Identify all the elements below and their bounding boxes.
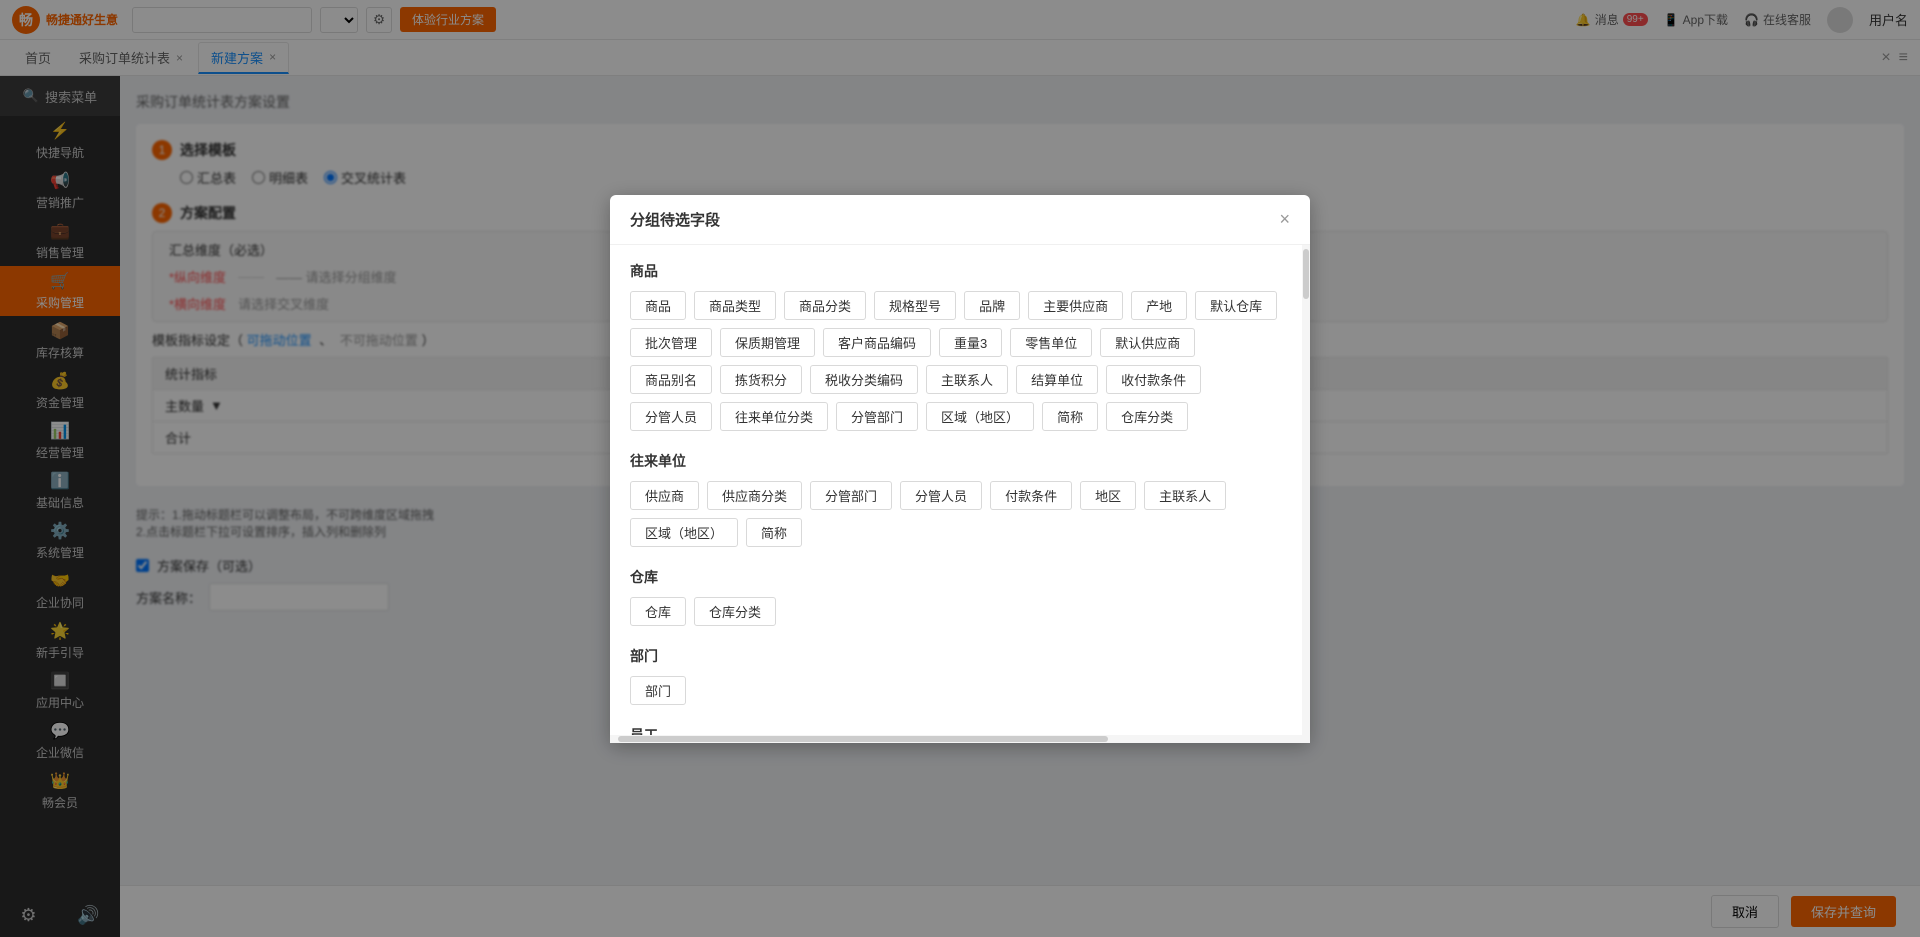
field-section-部门: 部门部门 [630, 646, 1282, 705]
field-tags: 仓库仓库分类 [630, 597, 1282, 626]
field-tag[interactable]: 产地 [1131, 291, 1187, 320]
field-tag[interactable]: 主联系人 [926, 365, 1008, 394]
field-tag[interactable]: 主要供应商 [1028, 291, 1123, 320]
field-section-往来单位: 往来单位供应商供应商分类分管部门分管人员付款条件地区主联系人区域（地区） 简称 [630, 451, 1282, 547]
field-tag[interactable]: 收付款条件 [1106, 365, 1201, 394]
field-tag[interactable]: 区域（地区） [630, 518, 738, 547]
field-tag[interactable]: 品牌 [964, 291, 1020, 320]
field-tag[interactable]: 默认仓库 [1195, 291, 1277, 320]
modal-close-button[interactable]: × [1279, 210, 1290, 228]
field-tag[interactable]: 默认供应商 [1100, 328, 1195, 357]
field-tag[interactable]: 拣货积分 [720, 365, 802, 394]
field-tag[interactable]: 分管部门 [836, 402, 918, 431]
field-tags: 商品商品类型商品分类规格型号品牌主要供应商产地默认仓库批次管理保质期管理客户商品… [630, 291, 1282, 431]
field-section-title: 往来单位 [630, 451, 1282, 471]
field-tag[interactable]: 商品类型 [694, 291, 776, 320]
field-section-title: 仓库 [630, 567, 1282, 587]
field-tag[interactable]: 商品分类 [784, 291, 866, 320]
field-tag[interactable]: 商品 [630, 291, 686, 320]
field-tag[interactable]: 客户商品编码 [823, 328, 931, 357]
modal-title: 分组待选字段 [630, 209, 720, 230]
field-tags: 部门 [630, 676, 1282, 705]
field-tag[interactable]: 仓库 [630, 597, 686, 626]
field-tag[interactable]: 商品别名 [630, 365, 712, 394]
scrollbar-thumb [1303, 249, 1309, 299]
modal-overlay: 分组待选字段 × 商品商品商品类型商品分类规格型号品牌主要供应商产地默认仓库批次… [0, 0, 1920, 937]
field-tag[interactable]: 零售单位 [1010, 328, 1092, 357]
field-tag[interactable]: 主联系人 [1144, 481, 1226, 510]
field-tag[interactable]: 付款条件 [990, 481, 1072, 510]
field-tag[interactable]: 仓库分类 [1106, 402, 1188, 431]
field-section-title: 员工 [630, 725, 1282, 735]
field-tag[interactable]: 重量3 [939, 328, 1002, 357]
field-section-title: 部门 [630, 646, 1282, 666]
field-tag[interactable]: 简称 [746, 518, 802, 547]
field-tag[interactable]: 区域（地区） [926, 402, 1034, 431]
field-tag[interactable]: 仓库分类 [694, 597, 776, 626]
modal-h-scrollbar [610, 735, 1310, 743]
field-tag[interactable]: 规格型号 [874, 291, 956, 320]
field-tag[interactable]: 保质期管理 [720, 328, 815, 357]
field-tag[interactable]: 分管部门 [810, 481, 892, 510]
field-tag[interactable]: 部门 [630, 676, 686, 705]
field-section-title: 商品 [630, 261, 1282, 281]
field-tag[interactable]: 分管人员 [900, 481, 982, 510]
field-section-仓库: 仓库仓库仓库分类 [630, 567, 1282, 626]
modal-body: 商品商品商品类型商品分类规格型号品牌主要供应商产地默认仓库批次管理保质期管理客户… [610, 245, 1302, 735]
modal-header: 分组待选字段 × [610, 195, 1310, 245]
field-tag[interactable]: 供应商分类 [707, 481, 802, 510]
modal-scrollbar[interactable] [1302, 245, 1310, 735]
h-scrollbar-thumb [618, 736, 1108, 742]
modal-dialog: 分组待选字段 × 商品商品商品类型商品分类规格型号品牌主要供应商产地默认仓库批次… [610, 195, 1310, 743]
field-tags: 供应商供应商分类分管部门分管人员付款条件地区主联系人区域（地区） 简称 [630, 481, 1282, 547]
field-tag[interactable]: 税收分类编码 [810, 365, 918, 394]
field-section-商品: 商品商品商品类型商品分类规格型号品牌主要供应商产地默认仓库批次管理保质期管理客户… [630, 261, 1282, 431]
field-section-员工: 员工业务员 [630, 725, 1282, 735]
field-tag[interactable]: 批次管理 [630, 328, 712, 357]
field-tag[interactable]: 往来单位分类 [720, 402, 828, 431]
field-tag[interactable]: 分管人员 [630, 402, 712, 431]
field-tag[interactable]: 结算单位 [1016, 365, 1098, 394]
field-tag[interactable]: 地区 [1080, 481, 1136, 510]
field-tag[interactable]: 供应商 [630, 481, 699, 510]
field-tag[interactable]: 简称 [1042, 402, 1098, 431]
